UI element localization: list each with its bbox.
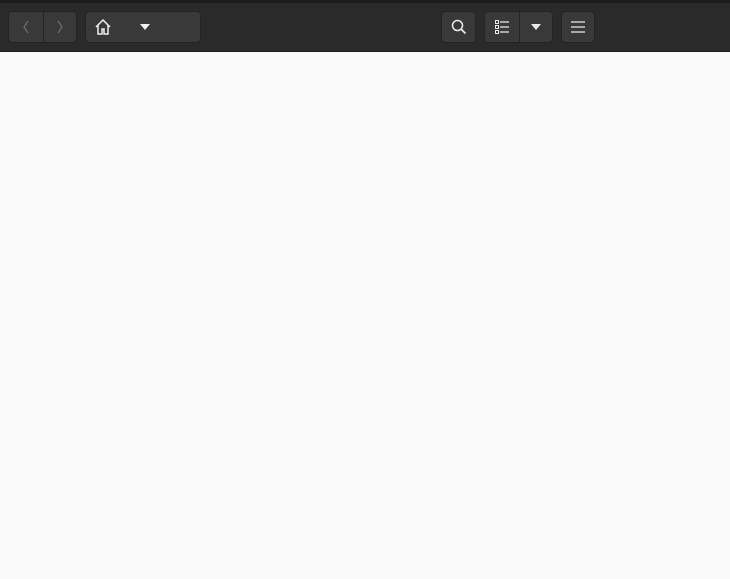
header-bar — [0, 0, 730, 52]
triangle-down-icon — [530, 24, 541, 30]
title-strip — [0, 0, 730, 3]
forward-button[interactable] — [42, 12, 77, 42]
triangle-down-icon — [140, 24, 150, 30]
back-button[interactable] — [9, 12, 43, 42]
chevron-left-icon — [22, 20, 29, 34]
list-view-icon — [494, 20, 509, 34]
view-buttons — [484, 11, 553, 43]
list-view-button[interactable] — [485, 12, 519, 42]
main-menu-button[interactable] — [561, 11, 595, 43]
path-bar-home-button[interactable] — [85, 11, 201, 43]
view-options-button[interactable] — [518, 12, 553, 42]
search-button[interactable] — [441, 11, 476, 43]
navigation-buttons — [8, 11, 77, 43]
search-icon — [451, 19, 466, 35]
chevron-right-icon — [57, 20, 63, 34]
minimize-button[interactable] — [250, 16, 272, 38]
file-manager-window — [0, 0, 730, 579]
hamburger-menu-icon — [571, 21, 585, 33]
home-icon — [95, 18, 111, 35]
